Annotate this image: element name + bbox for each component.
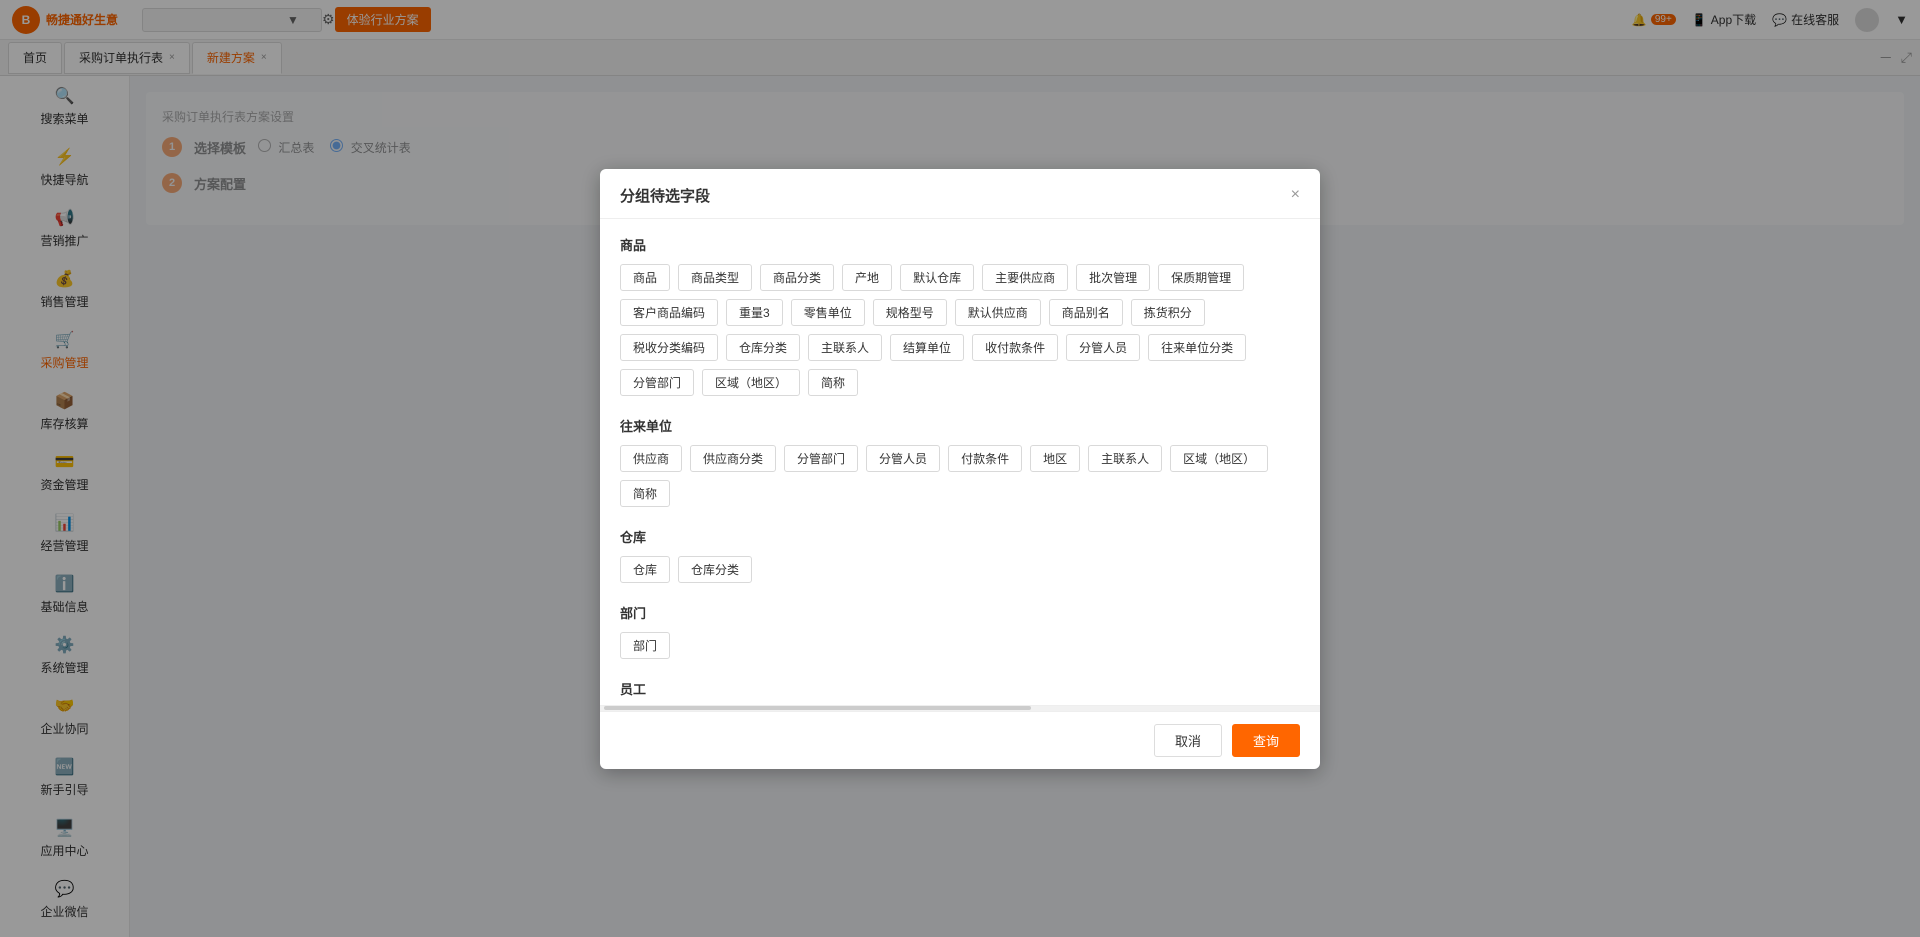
field-tag[interactable]: 付款条件 <box>948 445 1022 472</box>
section-employee: 员工 业务员 <box>620 679 1300 705</box>
modal-title: 分组待选字段 <box>620 185 710 206</box>
section-partner-tags: 供应商供应商分类分管部门分管人员付款条件地区主联系人区域（地区） 简称 <box>620 445 1300 507</box>
section-department: 部门 部门 <box>620 603 1300 659</box>
field-tag[interactable]: 供应商 <box>620 445 682 472</box>
section-partner-title: 往来单位 <box>620 416 1300 435</box>
modal-body: 商品 商品商品类型商品分类产地默认仓库主要供应商批次管理保质期管理客户商品编码重… <box>600 219 1320 705</box>
field-tag[interactable]: 商品类型 <box>678 264 752 291</box>
field-tag[interactable]: 零售单位 <box>791 299 865 326</box>
section-department-tags: 部门 <box>620 632 1300 659</box>
field-tag[interactable]: 简称 <box>620 480 670 507</box>
field-tag[interactable]: 区域（地区） <box>1170 445 1268 472</box>
field-tag[interactable]: 简称 <box>808 369 858 396</box>
cancel-button[interactable]: 取消 <box>1154 724 1222 757</box>
section-warehouse: 仓库 仓库仓库分类 <box>620 527 1300 583</box>
confirm-button[interactable]: 查询 <box>1232 724 1300 757</box>
field-tag[interactable]: 主联系人 <box>808 334 882 361</box>
field-tag[interactable]: 主联系人 <box>1088 445 1162 472</box>
field-tag[interactable]: 拣货积分 <box>1131 299 1205 326</box>
field-tag[interactable]: 商品分类 <box>760 264 834 291</box>
field-tag[interactable]: 商品别名 <box>1049 299 1123 326</box>
modal-header: 分组待选字段 × <box>600 169 1320 219</box>
field-tag[interactable]: 仓库分类 <box>678 556 752 583</box>
field-tag[interactable]: 客户商品编码 <box>620 299 718 326</box>
modal-backdrop: 分组待选字段 × 商品 商品商品类型商品分类产地默认仓库主要供应商批次管理保质期… <box>0 0 1920 937</box>
field-tag[interactable]: 部门 <box>620 632 670 659</box>
section-goods-title: 商品 <box>620 235 1300 254</box>
field-tag[interactable]: 商品 <box>620 264 670 291</box>
field-tag[interactable]: 仓库分类 <box>726 334 800 361</box>
field-tag[interactable]: 主要供应商 <box>982 264 1068 291</box>
field-tag[interactable]: 默认供应商 <box>955 299 1041 326</box>
section-warehouse-tags: 仓库仓库分类 <box>620 556 1300 583</box>
modal-footer: 取消 查询 <box>600 711 1320 769</box>
section-goods: 商品 商品商品类型商品分类产地默认仓库主要供应商批次管理保质期管理客户商品编码重… <box>620 235 1300 396</box>
field-tag[interactable]: 仓库 <box>620 556 670 583</box>
field-tag[interactable]: 供应商分类 <box>690 445 776 472</box>
field-tag[interactable]: 分管部门 <box>784 445 858 472</box>
field-tag[interactable]: 保质期管理 <box>1158 264 1244 291</box>
section-department-title: 部门 <box>620 603 1300 622</box>
section-goods-tags: 商品商品类型商品分类产地默认仓库主要供应商批次管理保质期管理客户商品编码重量3 零… <box>620 264 1300 396</box>
field-tag[interactable]: 产地 <box>842 264 892 291</box>
field-tag[interactable]: 分管部门 <box>620 369 694 396</box>
field-tag[interactable]: 重量3 <box>726 299 783 326</box>
field-tag[interactable]: 结算单位 <box>890 334 964 361</box>
field-tag[interactable]: 分管人员 <box>866 445 940 472</box>
field-tag[interactable]: 分管人员 <box>1066 334 1140 361</box>
modal-scrollbar-thumb <box>604 706 1031 710</box>
section-partner: 往来单位 供应商供应商分类分管部门分管人员付款条件地区主联系人区域（地区） 简称 <box>620 416 1300 507</box>
section-warehouse-title: 仓库 <box>620 527 1300 546</box>
field-tag[interactable]: 往来单位分类 <box>1148 334 1246 361</box>
field-tag[interactable]: 批次管理 <box>1076 264 1150 291</box>
modal-close-button[interactable]: × <box>1291 186 1300 204</box>
field-tag[interactable]: 税收分类编码 <box>620 334 718 361</box>
field-tag[interactable]: 地区 <box>1030 445 1080 472</box>
modal: 分组待选字段 × 商品 商品商品类型商品分类产地默认仓库主要供应商批次管理保质期… <box>600 169 1320 769</box>
section-employee-title: 员工 <box>620 679 1300 698</box>
field-tag[interactable]: 区域（地区） <box>702 369 800 396</box>
field-tag[interactable]: 收付款条件 <box>972 334 1058 361</box>
field-tag[interactable]: 规格型号 <box>873 299 947 326</box>
field-tag[interactable]: 默认仓库 <box>900 264 974 291</box>
